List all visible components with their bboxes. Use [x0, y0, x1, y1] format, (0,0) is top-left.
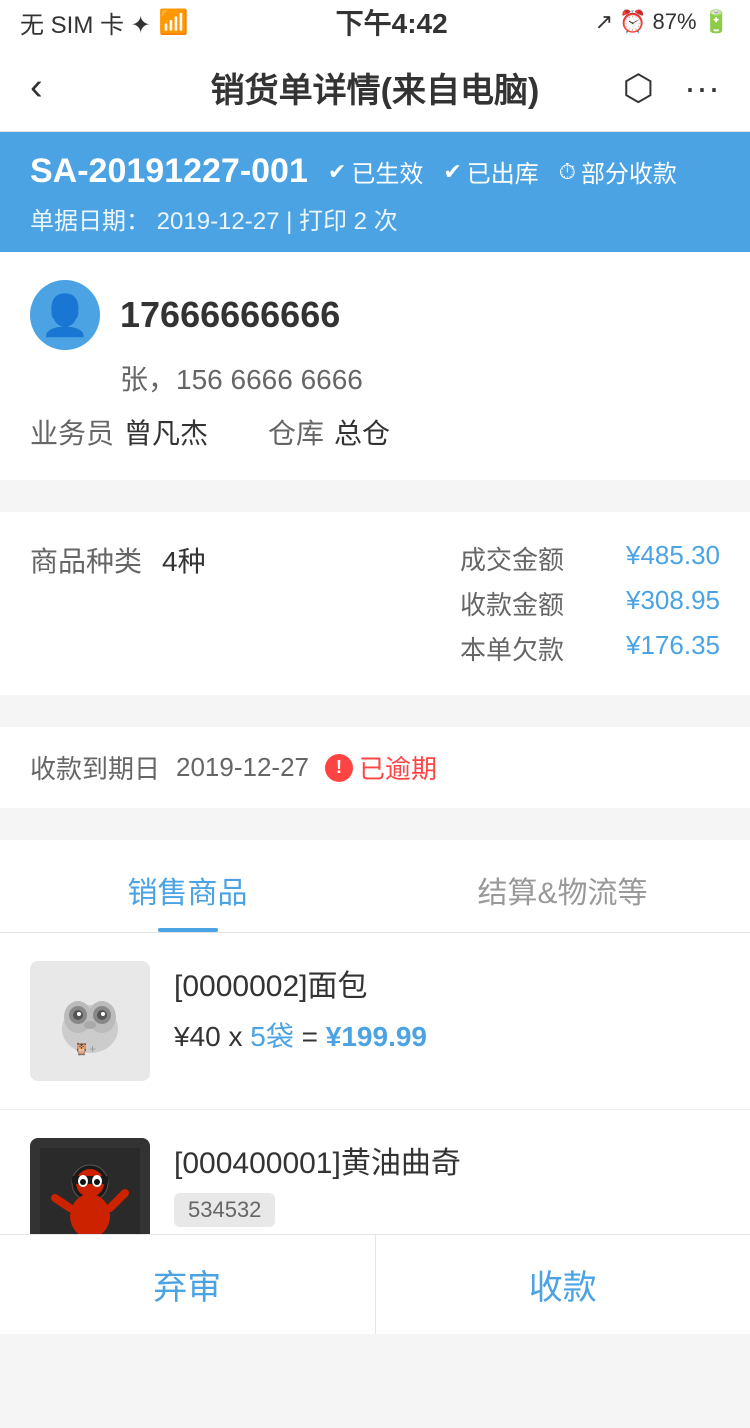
customer-meta: 业务员 曾凡杰 仓库 总仓 — [30, 412, 720, 452]
bottom-bar: 弃审 收款 — [0, 1234, 750, 1334]
stats-left: 商品种类 4种 — [30, 540, 460, 580]
price-eq-1: = — [302, 1021, 326, 1052]
price-total-1: ¥199.99 — [326, 1021, 427, 1052]
product-item-1[interactable]: 🦉+ [0000002]面包 ¥40 x 5袋 = ¥199.99 — [0, 933, 750, 1110]
banner-row1: SA-20191227-001 ✔ 已生效 ✔ 已出库 ⏱ 部分收款 — [30, 152, 720, 191]
alarm-icon: ⏰ — [619, 9, 646, 35]
print-info: | 打印 2 次 — [286, 208, 398, 235]
status-badge-1: ✔ 已生效 — [328, 154, 423, 189]
separator-3 — [0, 808, 750, 824]
due-date-label: 收款到期日 — [30, 749, 160, 786]
share-icon[interactable]: ⬡ — [623, 67, 654, 109]
check-icon-2: ✔ — [443, 159, 461, 185]
product-kind-label: 商品种类 — [30, 540, 142, 580]
date-label: 单据日期： — [30, 208, 150, 235]
cancel-audit-button[interactable]: 弃审 — [0, 1235, 376, 1334]
separator-1 — [0, 496, 750, 512]
price-base-1: ¥40 — [174, 1021, 221, 1052]
status-badge-2: ✔ 已出库 — [443, 154, 538, 189]
check-icon-1: ✔ — [328, 159, 346, 185]
status-badge-3: ⏱ 部分收款 — [559, 154, 677, 189]
overdue-badge: ! 已逾期 — [325, 749, 437, 786]
receipt-amount-value: ¥308.95 — [626, 585, 720, 622]
price-qty-1: 5袋 — [250, 1021, 294, 1052]
status-right: ↗ ⏰ 87% 🔋 — [595, 9, 730, 35]
debt-amount-value: ¥176.35 — [626, 630, 720, 667]
page-title: 销货单详情(来自电脑) — [211, 63, 540, 112]
avatar: 👤 — [30, 280, 100, 350]
due-date-section: 收款到期日 2019-12-27 ! 已逾期 — [0, 727, 750, 808]
back-button[interactable]: ‹ — [30, 56, 59, 119]
receipt-label: 收款 — [529, 1260, 597, 1309]
separator-2 — [0, 711, 750, 727]
battery-icon: 🔋 — [703, 9, 730, 35]
customer-phone: 17666666666 — [120, 294, 340, 336]
svg-text:🦉+: 🦉+ — [74, 1042, 96, 1056]
order-id: SA-20191227-001 — [30, 152, 308, 191]
price-x-1: x — [229, 1021, 251, 1052]
deal-amount-label: 成交金额 — [460, 540, 564, 577]
owl-icon: 🦉+ — [50, 981, 130, 1061]
order-banner: SA-20191227-001 ✔ 已生效 ✔ 已出库 ⏱ 部分收款 单据日期：… — [0, 132, 750, 252]
sales-label: 业务员 — [30, 412, 114, 452]
receipt-button[interactable]: 收款 — [376, 1235, 750, 1334]
location-icon: ↗ — [595, 9, 613, 35]
deal-amount-value: ¥485.30 — [626, 540, 720, 577]
banner-date-row: 单据日期： 2019-12-27 | 打印 2 次 — [30, 201, 720, 236]
product-kind-value: 4种 — [162, 540, 206, 580]
customer-sub-info: 张，156 6666 6666 — [120, 358, 720, 398]
deal-amount-row: 成交金额 ¥485.30 — [460, 540, 720, 577]
product-price-1: ¥40 x 5袋 = ¥199.99 — [174, 1015, 720, 1055]
sales-value: 曾凡杰 — [124, 412, 208, 452]
stats-right: 成交金额 ¥485.30 收款金额 ¥308.95 本单欠款 ¥176.35 — [460, 540, 720, 667]
tab-sales-label: 销售商品 — [128, 877, 248, 910]
overdue-text: 已逾期 — [359, 749, 437, 786]
tabs-row: 销售商品 结算&物流等 — [0, 840, 750, 932]
wifi-icon: 📶 — [159, 8, 189, 37]
overdue-icon: ! — [325, 754, 353, 782]
customer-section: 👤 17666666666 张，156 6666 6666 业务员 曾凡杰 仓库… — [0, 252, 750, 480]
status-time: 下午4:42 — [336, 2, 448, 42]
product-tag-2: 534532 — [174, 1193, 275, 1227]
stats-section: 商品种类 4种 成交金额 ¥485.30 收款金额 ¥308.95 本单欠款 ¥… — [0, 512, 750, 695]
product-info-1: [0000002]面包 ¥40 x 5袋 = ¥199.99 — [174, 961, 720, 1055]
product-image-2 — [40, 1148, 140, 1248]
warehouse-label: 仓库 — [268, 412, 324, 452]
product-name-2: [000400001]黄油曲奇 — [174, 1138, 720, 1182]
tab-sales-products[interactable]: 销售商品 — [0, 840, 375, 932]
receipt-amount-label: 收款金额 — [460, 585, 564, 622]
tab-settlement-label: 结算&物流等 — [477, 877, 647, 910]
cancel-audit-label: 弃审 — [153, 1260, 221, 1309]
order-date: 2019-12-27 — [157, 208, 280, 235]
more-icon[interactable]: ··· — [684, 67, 720, 109]
nav-actions: ⬡ ··· — [623, 67, 720, 109]
avatar-icon: 👤 — [40, 292, 90, 339]
sales-info: 业务员 曾凡杰 — [30, 412, 208, 452]
product-thumb-1: 🦉+ — [30, 961, 150, 1081]
status-left: 无 SIM 卡 ✦ 📶 — [20, 5, 189, 40]
status-bar: 无 SIM 卡 ✦ 📶 下午4:42 ↗ ⏰ 87% 🔋 — [0, 0, 750, 44]
receipt-amount-row: 收款金额 ¥308.95 — [460, 585, 720, 622]
customer-row: 👤 17666666666 — [30, 280, 720, 350]
debt-amount-row: 本单欠款 ¥176.35 — [460, 630, 720, 667]
debt-amount-label: 本单欠款 — [460, 630, 564, 667]
tab-settlement[interactable]: 结算&物流等 — [375, 840, 750, 932]
warehouse-info: 仓库 总仓 — [268, 412, 390, 452]
product-name-1: [0000002]面包 — [174, 961, 720, 1005]
battery-text: 87% — [653, 9, 697, 35]
tabs-section: 销售商品 结算&物流等 — [0, 840, 750, 933]
due-date-value: 2019-12-27 — [176, 752, 309, 783]
nav-bar: ‹ 销货单详情(来自电脑) ⬡ ··· — [0, 44, 750, 132]
signal-text: 无 SIM 卡 ✦ — [20, 5, 151, 40]
warehouse-value: 总仓 — [334, 412, 390, 452]
clock-icon: ⏱ — [559, 159, 576, 185]
